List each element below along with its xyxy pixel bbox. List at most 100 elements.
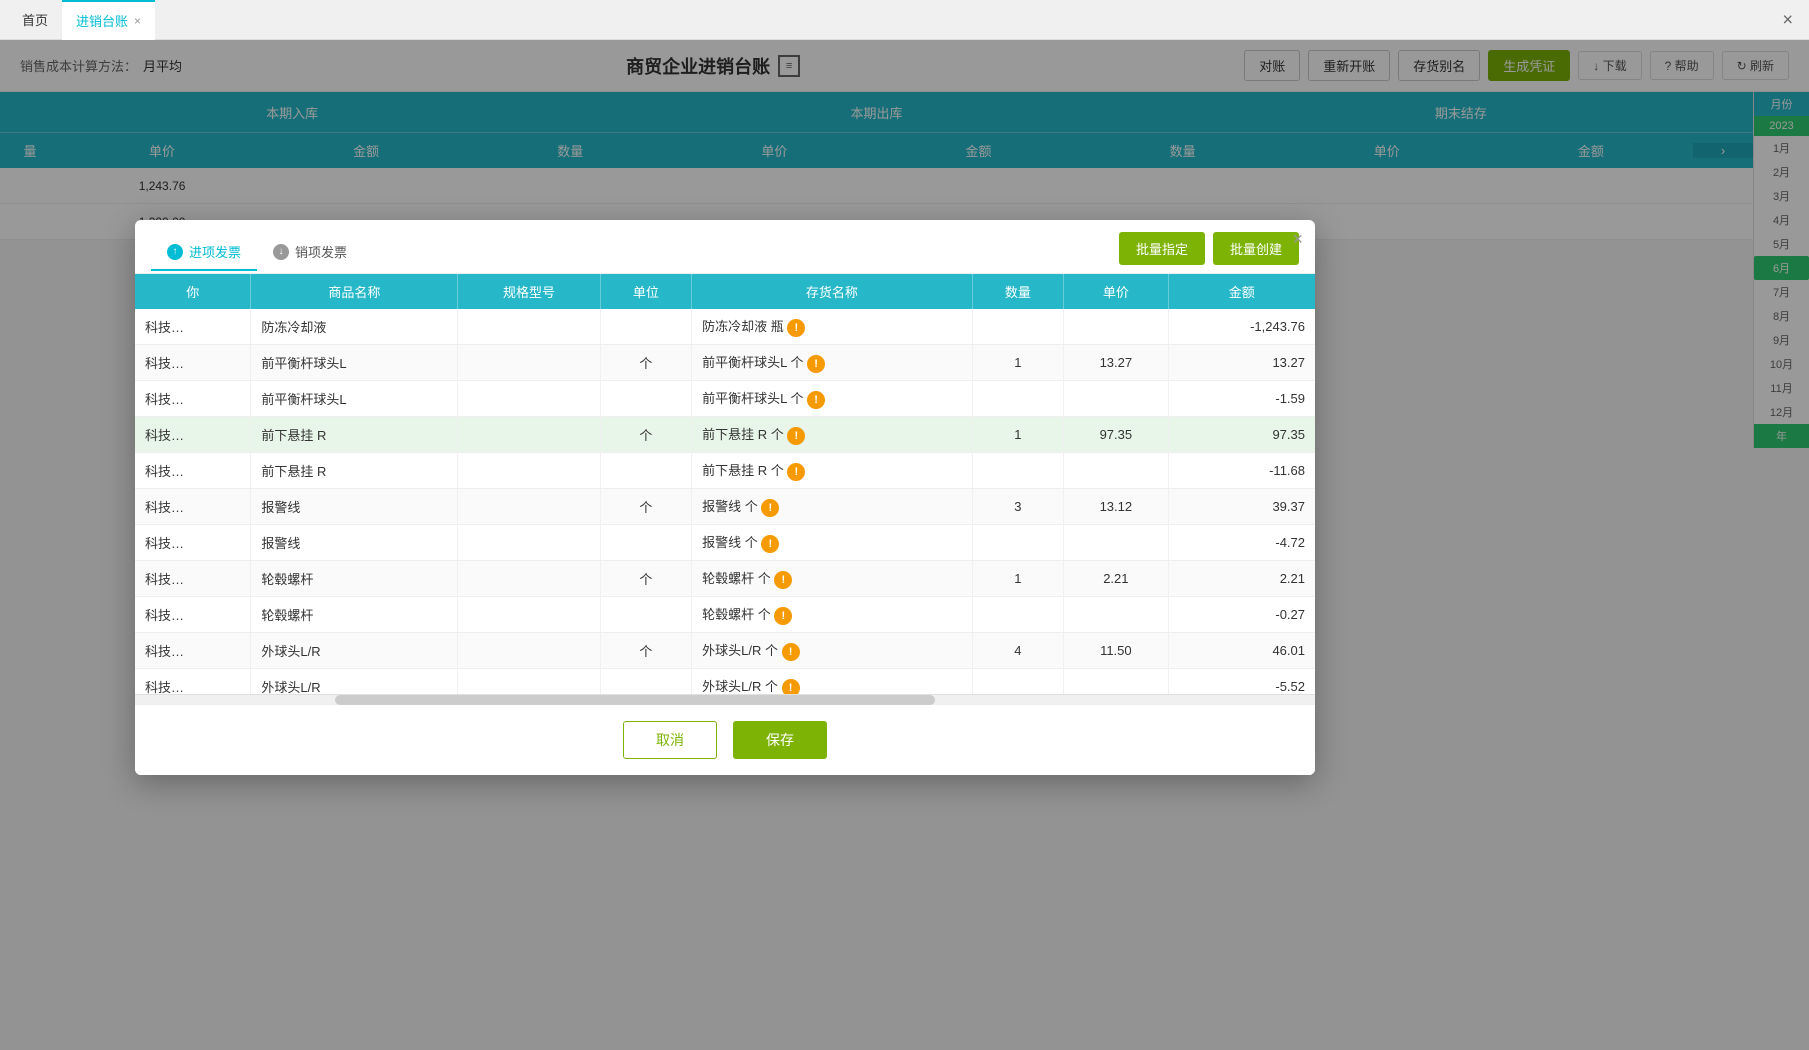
cell-spec-10	[458, 669, 600, 695]
cell-product-10: 外球头L/R	[251, 669, 458, 695]
horizontal-scrollbar[interactable]	[135, 694, 1315, 704]
cell-spec-1	[458, 345, 600, 381]
cancel-button[interactable]: 取消	[623, 721, 717, 759]
cell-amount-10: -5.52	[1168, 669, 1315, 695]
save-button[interactable]: 保存	[733, 721, 827, 759]
cell-qty-6	[972, 525, 1064, 561]
outgoing-tab-label: 销项发票	[295, 242, 347, 261]
cell-price-7: 2.21	[1064, 561, 1168, 597]
cell-spec-2	[458, 381, 600, 417]
cell-amount-5: 39.37	[1168, 489, 1315, 525]
cell-inventory-9: 外球头L/R 个 !	[692, 633, 972, 669]
cell-price-3: 97.35	[1064, 417, 1168, 453]
cell-company-8: 科技…	[135, 597, 251, 633]
cell-price-2	[1064, 381, 1168, 417]
warning-icon[interactable]: !	[774, 571, 792, 589]
cell-unit-7: 个	[600, 561, 692, 597]
cell-unit-3: 个	[600, 417, 692, 453]
cell-amount-1: 13.27	[1168, 345, 1315, 381]
cell-company-10: 科技…	[135, 669, 251, 695]
cell-amount-9: 46.01	[1168, 633, 1315, 669]
cell-qty-4	[972, 453, 1064, 489]
window-close-icon[interactable]: ×	[1782, 9, 1793, 30]
cell-inventory-2: 前平衡杆球头L 个 !	[692, 381, 972, 417]
warning-icon[interactable]: !	[807, 355, 825, 373]
batch-assign-button[interactable]: 批量指定	[1119, 232, 1205, 265]
warning-icon[interactable]: !	[782, 643, 800, 661]
cell-company-5: 科技…	[135, 489, 251, 525]
cell-unit-6	[600, 525, 692, 561]
table-row: 科技… 轮毂螺杆 个 轮毂螺杆 个 ! 1 2.21 2.21	[135, 561, 1315, 597]
cell-inventory-3: 前下悬挂 R 个 !	[692, 417, 972, 453]
cell-product-6: 报警线	[251, 525, 458, 561]
cell-inventory-4: 前下悬挂 R 个 !	[692, 453, 972, 489]
tab-ledger[interactable]: 进销台账 ×	[62, 0, 155, 40]
cell-qty-10	[972, 669, 1064, 695]
tab-incoming-invoice[interactable]: ↑ 进项发票	[151, 234, 257, 271]
warning-icon[interactable]: !	[787, 427, 805, 445]
cell-unit-2	[600, 381, 692, 417]
cell-inventory-10: 外球头L/R 个 !	[692, 669, 972, 695]
tab-home[interactable]: 首页	[8, 0, 62, 40]
cell-product-3: 前下悬挂 R	[251, 417, 458, 453]
cell-inventory-0: 防冻冷却液 瓶 !	[692, 309, 972, 345]
table-row: 科技… 前下悬挂 R 前下悬挂 R 个 ! -11.68	[135, 453, 1315, 489]
cell-price-10	[1064, 669, 1168, 695]
cell-product-2: 前平衡杆球头L	[251, 381, 458, 417]
cell-spec-9	[458, 633, 600, 669]
warning-icon[interactable]: !	[774, 607, 792, 625]
col-header-product: 商品名称	[251, 274, 458, 309]
modal-close-icon[interactable]: ×	[1292, 230, 1303, 248]
cell-unit-10	[600, 669, 692, 695]
col-header-inventory: 存货名称	[692, 274, 972, 309]
table-row: 科技… 外球头L/R 个 外球头L/R 个 ! 4 11.50 46.01	[135, 633, 1315, 669]
cell-amount-7: 2.21	[1168, 561, 1315, 597]
incoming-tab-label: 进项发票	[189, 242, 241, 261]
warning-icon[interactable]: !	[807, 391, 825, 409]
cell-qty-1: 1	[972, 345, 1064, 381]
cell-company-3: 科技…	[135, 417, 251, 453]
table-row: 科技… 外球头L/R 外球头L/R 个 ! -5.52	[135, 669, 1315, 695]
cell-price-8	[1064, 597, 1168, 633]
warning-icon[interactable]: !	[761, 535, 779, 553]
cell-unit-1: 个	[600, 345, 692, 381]
col-header-company: 你	[135, 274, 251, 309]
cell-price-4	[1064, 453, 1168, 489]
cell-amount-0: -1,243.76	[1168, 309, 1315, 345]
cell-spec-3	[458, 417, 600, 453]
col-header-spec: 规格型号	[458, 274, 600, 309]
cell-inventory-7: 轮毂螺杆 个 !	[692, 561, 972, 597]
table-row: 科技… 报警线 个 报警线 个 ! 3 13.12 39.37	[135, 489, 1315, 525]
cell-company-6: 科技…	[135, 525, 251, 561]
cell-company-0: 科技…	[135, 309, 251, 345]
cell-spec-6	[458, 525, 600, 561]
cell-amount-4: -11.68	[1168, 453, 1315, 489]
cell-qty-5: 3	[972, 489, 1064, 525]
scrollbar-thumb[interactable]	[335, 695, 935, 705]
table-row: 科技… 轮毂螺杆 轮毂螺杆 个 ! -0.27	[135, 597, 1315, 633]
batch-create-button[interactable]: 批量创建	[1213, 232, 1299, 265]
table-row: 科技… 防冻冷却液 防冻冷却液 瓶 ! -1,243.76	[135, 309, 1315, 345]
modal-dialog: ↑ 进项发票 ↓ 销项发票 批量指定 批量创建 × 你 商品名称 规格型号	[135, 220, 1315, 775]
cell-spec-7	[458, 561, 600, 597]
cell-product-8: 轮毂螺杆	[251, 597, 458, 633]
modal-table-scroll[interactable]: 你 商品名称 规格型号 单位 存货名称 数量 单价 金额 科技… 防冻冷却液	[135, 274, 1315, 694]
tab-ledger-close[interactable]: ×	[134, 14, 141, 28]
warning-icon[interactable]: !	[787, 319, 805, 337]
warning-icon[interactable]: !	[761, 499, 779, 517]
cell-qty-3: 1	[972, 417, 1064, 453]
warning-icon[interactable]: !	[787, 463, 805, 481]
cell-amount-6: -4.72	[1168, 525, 1315, 561]
cell-amount-8: -0.27	[1168, 597, 1315, 633]
col-header-unit: 单位	[600, 274, 692, 309]
cell-price-9: 11.50	[1064, 633, 1168, 669]
cell-amount-2: -1.59	[1168, 381, 1315, 417]
col-header-amount: 金额	[1168, 274, 1315, 309]
cell-unit-5: 个	[600, 489, 692, 525]
cell-qty-9: 4	[972, 633, 1064, 669]
warning-icon[interactable]: !	[782, 679, 800, 694]
tab-outgoing-invoice[interactable]: ↓ 销项发票	[257, 234, 363, 271]
main-content: 销售成本计算方法： 月平均 商贸企业进销台账 ≡ 对账 重新开账 存货别名 生成…	[0, 40, 1809, 1050]
tab-ledger-label: 进销台账	[76, 11, 128, 30]
cell-inventory-1: 前平衡杆球头L 个 !	[692, 345, 972, 381]
